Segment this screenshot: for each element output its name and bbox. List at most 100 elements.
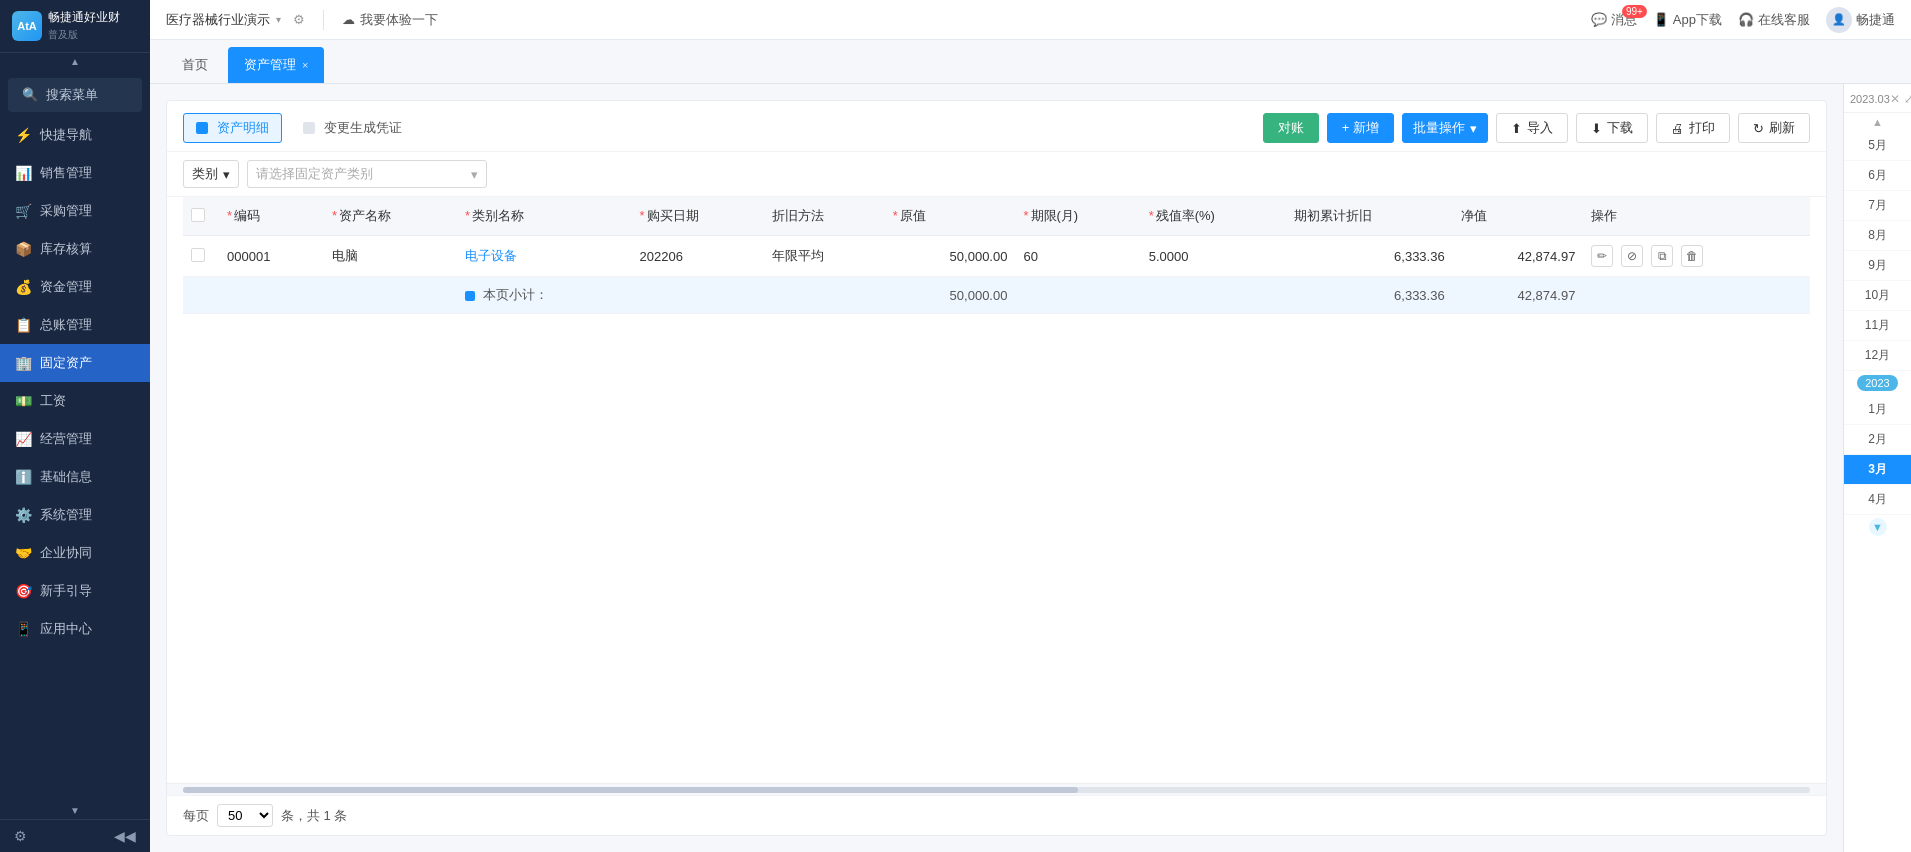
- month-6[interactable]: 6月: [1844, 161, 1911, 191]
- month-2[interactable]: 2月: [1844, 425, 1911, 455]
- tab-home[interactable]: 首页: [166, 47, 224, 83]
- new-button[interactable]: + 新增: [1327, 113, 1394, 143]
- sidebar-item-guide[interactable]: 🎯 新手引导: [0, 572, 150, 610]
- print-icon: 🖨: [1671, 121, 1684, 136]
- gear-settings-icon[interactable]: ⚙: [293, 12, 305, 27]
- assets-table: *编码 *资产名称 *类别名称 *购买日期 折旧方法 *原值 *期限(月) *残…: [183, 197, 1810, 314]
- th-name: *资产名称: [324, 197, 457, 236]
- sidebar-item-label: 固定资产: [40, 354, 92, 372]
- panel-scroll-down[interactable]: ▼: [1869, 515, 1887, 539]
- refresh-button[interactable]: ↻ 刷新: [1738, 113, 1810, 143]
- print-button[interactable]: 🖨 打印: [1656, 113, 1730, 143]
- basic-info-icon: ℹ️: [14, 468, 32, 486]
- messages-button[interactable]: 💬 消息 99+: [1591, 11, 1637, 29]
- download-button[interactable]: ⬇ 下载: [1576, 113, 1648, 143]
- sidebar-item-label: 应用中心: [40, 620, 92, 638]
- month-9[interactable]: 9月: [1844, 251, 1911, 281]
- page-size-select[interactable]: 50 100 200: [217, 804, 273, 827]
- table-body: 000001 电脑 电子设备 202206 年限平均 50,000.00 60 …: [183, 236, 1810, 314]
- sidebar-item-basic-info[interactable]: ℹ️ 基础信息: [0, 458, 150, 496]
- row-category: 电子设备: [457, 236, 632, 277]
- sidebar-item-system[interactable]: ⚙️ 系统管理: [0, 496, 150, 534]
- sidebar-search-button[interactable]: 🔍 搜索菜单: [8, 78, 142, 112]
- month-8[interactable]: 8月: [1844, 221, 1911, 251]
- month-5[interactable]: 5月: [1844, 131, 1911, 161]
- subtotal-empty3: [324, 277, 457, 314]
- delete-button[interactable]: 🗑: [1681, 245, 1703, 267]
- sidebar-item-purchase[interactable]: 🛒 采购管理: [0, 192, 150, 230]
- voucher-tab-icon: [303, 122, 315, 134]
- sidebar-item-enterprise[interactable]: 🤝 企业协同: [0, 534, 150, 572]
- subtotal-empty1: [183, 277, 219, 314]
- experience-button[interactable]: ☁ 我要体验一下: [342, 11, 438, 29]
- sidebar-scroll-down[interactable]: ▼: [0, 802, 150, 819]
- category-filter[interactable]: 类别 ▾: [183, 160, 239, 188]
- avatar: 👤: [1826, 7, 1852, 33]
- category-value-select[interactable]: 请选择固定资产类别 ▾: [247, 160, 487, 188]
- sub-tab-assets[interactable]: 资产明细: [183, 113, 282, 143]
- online-service-button[interactable]: 🎧 在线客服: [1738, 11, 1810, 29]
- sidebar-scroll-up[interactable]: ▲: [0, 53, 150, 70]
- copy-button[interactable]: ⧉: [1651, 245, 1673, 267]
- download-label: 下载: [1607, 119, 1633, 137]
- settings-icon[interactable]: ⚙: [14, 828, 27, 844]
- panel-scroll-up[interactable]: ▲: [1872, 113, 1883, 131]
- subtotal-icon: [465, 291, 475, 301]
- disable-button[interactable]: ⊘: [1621, 245, 1643, 267]
- row-checkbox[interactable]: [191, 248, 205, 262]
- sidebar-item-label: 基础信息: [40, 468, 92, 486]
- messages-badge: 99+: [1622, 5, 1647, 18]
- year-badge: 2023: [1857, 375, 1897, 391]
- panel-close-icon[interactable]: ✕: [1890, 92, 1900, 106]
- main-area: 医疗器械行业演示 ▾ ⚙ ☁ 我要体验一下 💬 消息 99+ 📱 App下载 🎧…: [150, 0, 1911, 852]
- th-checkbox: [183, 197, 219, 236]
- logo-text: 畅捷通好业财: [48, 10, 120, 26]
- month-4[interactable]: 4月: [1844, 485, 1911, 515]
- month-3-current[interactable]: 3月: [1844, 455, 1911, 485]
- company-selector[interactable]: 医疗器械行业演示 ▾: [166, 11, 281, 29]
- batch-button[interactable]: 批量操作 ▾: [1402, 113, 1488, 143]
- month-11[interactable]: 11月: [1844, 311, 1911, 341]
- export-button[interactable]: ⬆ 导入: [1496, 113, 1568, 143]
- sidebar-item-capital[interactable]: 💰 资金管理: [0, 268, 150, 306]
- sidebar-item-app-center[interactable]: 📱 应用中心: [0, 610, 150, 648]
- sidebar-item-quick-nav[interactable]: ⚡ 快捷导航: [0, 116, 150, 154]
- collapse-icon[interactable]: ◀◀: [114, 828, 136, 844]
- content-area: 资产明细 变更生成凭证 对账 + 新增 批量操作 ▾: [150, 84, 1911, 852]
- user-profile[interactable]: 👤 畅捷通: [1826, 7, 1895, 33]
- purchase-icon: 🛒: [14, 202, 32, 220]
- sidebar-item-sales[interactable]: 📊 销售管理: [0, 154, 150, 192]
- month-12[interactable]: 12月: [1844, 341, 1911, 371]
- sidebar-item-inventory[interactable]: 📦 库存核算: [0, 230, 150, 268]
- year-badge-row: 2023: [1844, 371, 1911, 395]
- tab-asset-management[interactable]: 资产管理 ×: [228, 47, 324, 83]
- select-all-checkbox[interactable]: [191, 208, 205, 222]
- sidebar-item-fixed-assets[interactable]: 🏢 固定资产: [0, 344, 150, 382]
- download-icon: 📱: [1653, 12, 1669, 27]
- sub-tab-voucher[interactable]: 变更生成凭证: [290, 113, 415, 143]
- row-residual-rate: 5.0000: [1141, 236, 1287, 277]
- row-checkbox-cell: [183, 236, 219, 277]
- reconcile-button[interactable]: 对账: [1263, 113, 1319, 143]
- month-7[interactable]: 7月: [1844, 191, 1911, 221]
- sidebar-item-ledger[interactable]: 📋 总账管理: [0, 306, 150, 344]
- tab-close-button[interactable]: ×: [302, 59, 308, 71]
- refresh-label: 刷新: [1769, 119, 1795, 137]
- fixed-assets-icon: 🏢: [14, 354, 32, 372]
- subtotal-original-value: 50,000.00: [885, 277, 1016, 314]
- app-center-icon: 📱: [14, 620, 32, 638]
- th-depreciation-method: 折旧方法: [764, 197, 884, 236]
- sidebar-item-salary[interactable]: 💵 工资: [0, 382, 150, 420]
- edit-button[interactable]: ✏: [1591, 245, 1613, 267]
- th-operations: 操作: [1583, 197, 1810, 236]
- sidebar-item-label: 总账管理: [40, 316, 92, 334]
- sidebar-item-operations[interactable]: 📈 经营管理: [0, 420, 150, 458]
- scrollbar-track: [183, 787, 1810, 793]
- month-1[interactable]: 1月: [1844, 395, 1911, 425]
- panel-expand-icon[interactable]: ⤢: [1904, 92, 1911, 106]
- panel-year: 2023.03: [1850, 93, 1890, 105]
- horizontal-scrollbar[interactable]: [167, 783, 1826, 795]
- month-10[interactable]: 10月: [1844, 281, 1911, 311]
- app-download-button[interactable]: 📱 App下载: [1653, 11, 1722, 29]
- pagination-row: 每页 50 100 200 条，共 1 条: [167, 795, 1826, 835]
